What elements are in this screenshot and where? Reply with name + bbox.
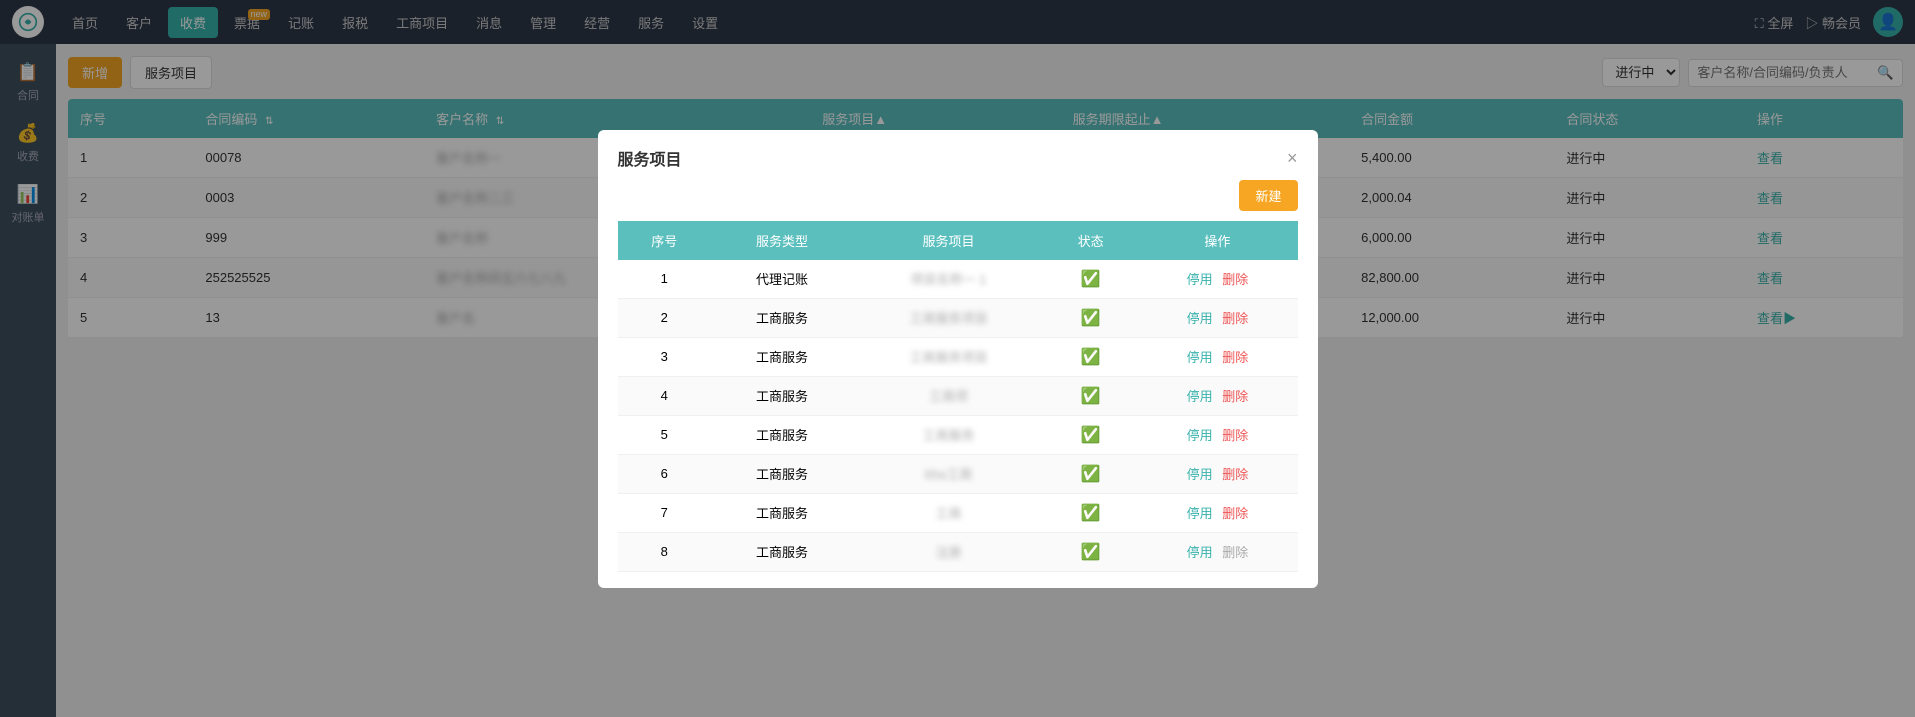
modal-table-row: 4 工商服务 工商项 ✅ 停用 删除: [618, 376, 1298, 415]
stop-button[interactable]: 停用: [1187, 311, 1213, 326]
modal-cell-item: Ithe工商: [853, 454, 1044, 493]
modal-cell-action: 停用 删除: [1137, 415, 1297, 454]
delete-button[interactable]: 删除: [1222, 311, 1248, 326]
modal-cell-action: 停用 删除: [1137, 298, 1297, 337]
service-items-modal: 服务项目 × 新建 序号 服务类型 服务项目 状态 操作: [598, 130, 1318, 588]
modal-table-row: 6 工商服务 Ithe工商 ✅ 停用 删除: [618, 454, 1298, 493]
modal-cell-type: 工商服务: [711, 415, 853, 454]
modal-header: 服务项目 ×: [598, 130, 1318, 180]
modal-new-button[interactable]: 新建: [1239, 180, 1297, 211]
modal-cell-seq: 7: [618, 493, 712, 532]
modal-cell-status: ✅: [1044, 298, 1138, 337]
stop-button[interactable]: 停用: [1187, 272, 1213, 287]
delete-button[interactable]: 删除: [1222, 506, 1248, 521]
modal-cell-item: 工商项: [853, 376, 1044, 415]
modal-cell-status: ✅: [1044, 376, 1138, 415]
modal-cell-type: 代理记账: [711, 260, 853, 299]
modal-title: 服务项目: [618, 146, 682, 170]
modal-cell-type: 工商服务: [711, 493, 853, 532]
modal-cell-action: 停用 删除: [1137, 493, 1297, 532]
modal-overlay[interactable]: 服务项目 × 新建 序号 服务类型 服务项目 状态 操作: [0, 0, 1915, 717]
stop-button[interactable]: 停用: [1187, 545, 1213, 560]
stop-button[interactable]: 停用: [1187, 350, 1213, 365]
modal-cell-seq: 1: [618, 260, 712, 299]
modal-cell-status: ✅: [1044, 337, 1138, 376]
delete-button[interactable]: 删除: [1222, 272, 1248, 287]
modal-cell-item: 注册: [853, 532, 1044, 571]
modal-cell-type: 工商服务: [711, 454, 853, 493]
modal-table-row: 5 工商服务 工商服务 ✅ 停用 删除: [618, 415, 1298, 454]
stop-button[interactable]: 停用: [1187, 467, 1213, 482]
modal-cell-item: 工商服务: [853, 415, 1044, 454]
modal-cell-item: 工商服务项目: [853, 337, 1044, 376]
modal-col-seq: 序号: [618, 221, 712, 260]
modal-cell-seq: 6: [618, 454, 712, 493]
service-items-table: 序号 服务类型 服务项目 状态 操作 1 代理记账 项目名称一 1 ✅ 停: [618, 221, 1298, 572]
modal-col-type: 服务类型: [711, 221, 853, 260]
modal-cell-type: 工商服务: [711, 376, 853, 415]
stop-button[interactable]: 停用: [1187, 428, 1213, 443]
delete-button[interactable]: 删除: [1222, 350, 1248, 365]
modal-toolbar: 新建: [598, 180, 1318, 221]
modal-table-row: 2 工商服务 工商服务项目 ✅ 停用 删除: [618, 298, 1298, 337]
delete-button[interactable]: 删除: [1222, 467, 1248, 482]
modal-table-row: 8 工商服务 注册 ✅ 停用 删除: [618, 532, 1298, 571]
modal-cell-status: ✅: [1044, 454, 1138, 493]
modal-close-button[interactable]: ×: [1287, 149, 1298, 167]
delete-button[interactable]: 删除: [1222, 428, 1248, 443]
modal-cell-type: 工商服务: [711, 298, 853, 337]
modal-cell-action: 停用 删除: [1137, 337, 1297, 376]
modal-table-row: 3 工商服务 工商服务项目 ✅ 停用 删除: [618, 337, 1298, 376]
stop-button[interactable]: 停用: [1187, 506, 1213, 521]
modal-cell-item: 工商: [853, 493, 1044, 532]
modal-cell-action: 停用 删除: [1137, 454, 1297, 493]
modal-cell-seq: 8: [618, 532, 712, 571]
modal-cell-status: ✅: [1044, 532, 1138, 571]
modal-cell-action: 停用 删除: [1137, 376, 1297, 415]
modal-cell-item: 项目名称一 1: [853, 260, 1044, 299]
modal-col-item: 服务项目: [853, 221, 1044, 260]
modal-cell-seq: 5: [618, 415, 712, 454]
delete-button[interactable]: 删除: [1222, 389, 1248, 404]
modal-cell-seq: 2: [618, 298, 712, 337]
modal-cell-action: 停用 删除: [1137, 260, 1297, 299]
modal-table-row: 1 代理记账 项目名称一 1 ✅ 停用 删除: [618, 260, 1298, 299]
modal-cell-seq: 3: [618, 337, 712, 376]
delete-button[interactable]: 删除: [1222, 545, 1248, 560]
modal-cell-seq: 4: [618, 376, 712, 415]
modal-col-action: 操作: [1137, 221, 1297, 260]
modal-cell-status: ✅: [1044, 260, 1138, 299]
modal-cell-action: 停用 删除: [1137, 532, 1297, 571]
modal-cell-status: ✅: [1044, 493, 1138, 532]
modal-table-wrap: 序号 服务类型 服务项目 状态 操作 1 代理记账 项目名称一 1 ✅ 停: [598, 221, 1318, 588]
modal-col-status: 状态: [1044, 221, 1138, 260]
modal-cell-status: ✅: [1044, 415, 1138, 454]
modal-cell-item: 工商服务项目: [853, 298, 1044, 337]
modal-cell-type: 工商服务: [711, 337, 853, 376]
modal-cell-type: 工商服务: [711, 532, 853, 571]
modal-table-row: 7 工商服务 工商 ✅ 停用 删除: [618, 493, 1298, 532]
stop-button[interactable]: 停用: [1187, 389, 1213, 404]
